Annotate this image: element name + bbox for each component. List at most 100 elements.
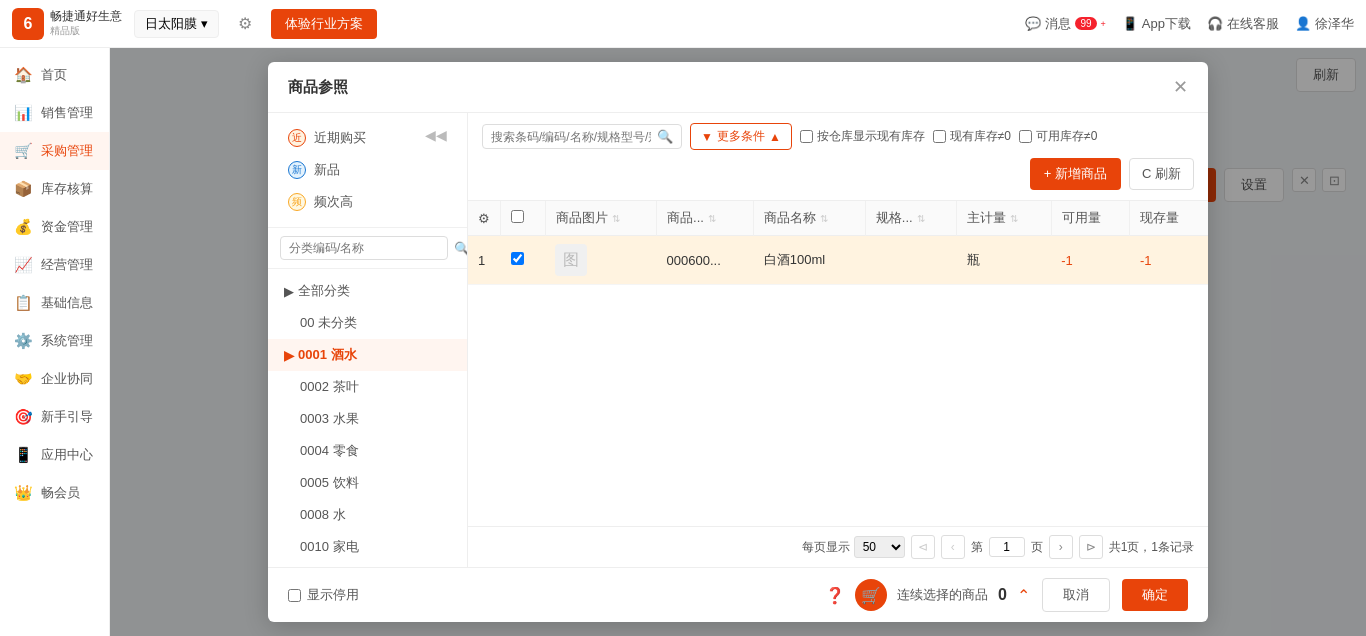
modal-title: 商品参照 <box>288 78 348 97</box>
sidebar-item-guide[interactable]: 🎯 新手引导 <box>0 398 109 436</box>
member-icon: 👑 <box>14 484 33 502</box>
sidebar-label: 资金管理 <box>41 218 93 236</box>
sales-icon: 📊 <box>14 104 33 122</box>
sidebar-label: 首页 <box>41 66 67 84</box>
app-download-button[interactable]: 📱 App下载 <box>1122 15 1191 33</box>
category-item-0003[interactable]: 0003 水果 <box>268 403 467 435</box>
page-size-dropdown[interactable]: 50 10 20 100 <box>854 536 905 558</box>
nonzero-stock-checkbox[interactable]: 现有库存≠0 <box>933 128 1011 145</box>
freq-icon: 频 <box>288 193 306 211</box>
col-code[interactable]: 商品...⇅ <box>657 201 754 236</box>
category-item-0002[interactable]: 0002 茶叶 <box>268 371 467 403</box>
cart-icon[interactable]: 🛒 <box>855 579 887 611</box>
next-page-button[interactable]: › <box>1049 535 1073 559</box>
modal-header: 商品参照 ✕ <box>268 62 1208 113</box>
help-icon[interactable]: ❓ <box>825 586 845 605</box>
left-panel: 近 近期购买 新 新品 频 频次高 <box>268 113 468 567</box>
row-image: 图 <box>545 236 656 285</box>
add-product-button[interactable]: + 新增商品 <box>1030 158 1121 190</box>
purchase-icon: 🛒 <box>14 142 33 160</box>
filter-icon: ▼ <box>701 130 713 144</box>
category-item-0004[interactable]: 0004 零食 <box>268 435 467 467</box>
col-spec[interactable]: 规格...⇅ <box>865 201 957 236</box>
sidebar-item-sales[interactable]: 📊 销售管理 <box>0 94 109 132</box>
category-search-input[interactable] <box>280 236 448 260</box>
category-list: ▶ 全部分类 00 未分类 ▶ 0001 酒水 <box>268 269 467 567</box>
sidebar-item-member[interactable]: 👑 畅会员 <box>0 474 109 512</box>
sidebar-item-enterprise[interactable]: 🤝 企业协同 <box>0 360 109 398</box>
product-image: 图 <box>555 244 587 276</box>
select-all-checkbox[interactable] <box>511 210 524 223</box>
prev-page-button[interactable]: ‹ <box>941 535 965 559</box>
main-content: 查询 设置 ✕ ⊡ 刷新 商品参照 ✕ <box>110 48 1366 636</box>
home-icon: 🏠 <box>14 66 33 84</box>
frequent-filter[interactable]: 频 频次高 <box>280 187 374 217</box>
nav-select-text: 日太阳膜 <box>145 15 197 33</box>
sidebar-item-finance[interactable]: 💰 资金管理 <box>0 208 109 246</box>
category-item-00[interactable]: 00 未分类 <box>268 307 467 339</box>
new-product-filter[interactable]: 新 新品 <box>280 155 374 185</box>
sort-icon: ⇅ <box>917 213 925 224</box>
sidebar-item-purchase[interactable]: 🛒 采购管理 <box>0 132 109 170</box>
row-name: 白酒100ml <box>754 236 865 285</box>
sidebar-label: 库存核算 <box>41 180 93 198</box>
inventory-icon: 📦 <box>14 180 33 198</box>
cancel-button[interactable]: 取消 <box>1042 578 1110 612</box>
first-page-button[interactable]: ⊲ <box>911 535 935 559</box>
row-checkbox[interactable] <box>501 236 546 285</box>
sidebar-label: 系统管理 <box>41 332 93 350</box>
sidebar-item-home[interactable]: 🏠 首页 <box>0 56 109 94</box>
enterprise-icon: 🤝 <box>14 370 33 388</box>
table-row[interactable]: 1 图 000600... 白酒100ml 瓶 <box>468 236 1208 285</box>
chevron-up-icon: ▲ <box>769 130 781 144</box>
category-item-all[interactable]: ▶ 全部分类 <box>268 275 467 307</box>
show-disabled-toggle[interactable]: 显示停用 <box>288 586 359 604</box>
settings-icon[interactable]: ⚙ <box>229 8 261 40</box>
sidebar-item-apps[interactable]: 📱 应用中心 <box>0 436 109 474</box>
last-page-button[interactable]: ⊳ <box>1079 535 1103 559</box>
collapse-cart-button[interactable]: ⌃ <box>1017 586 1030 605</box>
refresh-button[interactable]: C 刷新 <box>1129 158 1194 190</box>
row-spec <box>865 236 957 285</box>
modal-close-button[interactable]: ✕ <box>1173 76 1188 98</box>
sidebar-item-basic[interactable]: 📋 基础信息 <box>0 284 109 322</box>
operations-icon: 📈 <box>14 256 33 274</box>
toolbar: 🔍 ▼ 更多条件 ▲ 按仓库显示现有库存 <box>468 113 1208 201</box>
col-settings[interactable]: ⚙ <box>468 201 501 236</box>
show-disabled-checkbox[interactable] <box>288 589 301 602</box>
category-item-0005[interactable]: 0005 饮料 <box>268 467 467 499</box>
warehouse-stock-checkbox[interactable]: 按仓库显示现有库存 <box>800 128 925 145</box>
page-number-input[interactable] <box>989 537 1025 557</box>
confirm-button[interactable]: 确定 <box>1122 579 1188 611</box>
collapse-left-button[interactable]: ◀◀ <box>417 123 455 147</box>
category-item-0010[interactable]: 0010 家电 <box>268 531 467 563</box>
sidebar-label: 采购管理 <box>41 142 93 160</box>
search-submit-icon[interactable]: 🔍 <box>657 129 673 144</box>
sidebar-item-inventory[interactable]: 📦 库存核算 <box>0 170 109 208</box>
username: 徐泽华 <box>1315 15 1354 33</box>
messages-button[interactable]: 💬 消息 99 + <box>1025 15 1105 33</box>
col-available[interactable]: 可用量 <box>1051 201 1130 236</box>
more-filter-button[interactable]: ▼ 更多条件 ▲ <box>690 123 792 150</box>
expand-icon-active: ▶ <box>284 348 294 363</box>
product-search-input[interactable] <box>491 130 651 144</box>
sidebar-label: 畅会员 <box>41 484 80 502</box>
user-menu[interactable]: 👤 徐泽华 <box>1295 15 1354 33</box>
col-stock[interactable]: 现存量 <box>1130 201 1208 236</box>
sidebar-item-operations[interactable]: 📈 经营管理 <box>0 246 109 284</box>
col-name[interactable]: 商品名称⇅ <box>754 201 865 236</box>
online-service-button[interactable]: 🎧 在线客服 <box>1207 15 1279 33</box>
row-stock: -1 <box>1130 236 1208 285</box>
category-item-0001[interactable]: ▶ 0001 酒水 <box>268 339 467 371</box>
try-industry-button[interactable]: 体验行业方案 <box>271 9 377 39</box>
col-unit[interactable]: 主计量⇅ <box>957 201 1051 236</box>
main-layout: 🏠 首页 📊 销售管理 🛒 采购管理 📦 库存核算 💰 资金管理 📈 经营管理 … <box>0 48 1366 636</box>
available-nonzero-checkbox[interactable]: 可用库存≠0 <box>1019 128 1097 145</box>
guide-icon: 🎯 <box>14 408 33 426</box>
recent-purchase-filter[interactable]: 近 近期购买 <box>280 123 374 153</box>
row-no: 1 <box>468 236 501 285</box>
nav-select-dropdown[interactable]: 日太阳膜 ▾ <box>134 10 219 38</box>
category-item-0008[interactable]: 0008 水 <box>268 499 467 531</box>
search-icon[interactable]: 🔍 <box>454 241 468 256</box>
sidebar-item-system[interactable]: ⚙️ 系统管理 <box>0 322 109 360</box>
